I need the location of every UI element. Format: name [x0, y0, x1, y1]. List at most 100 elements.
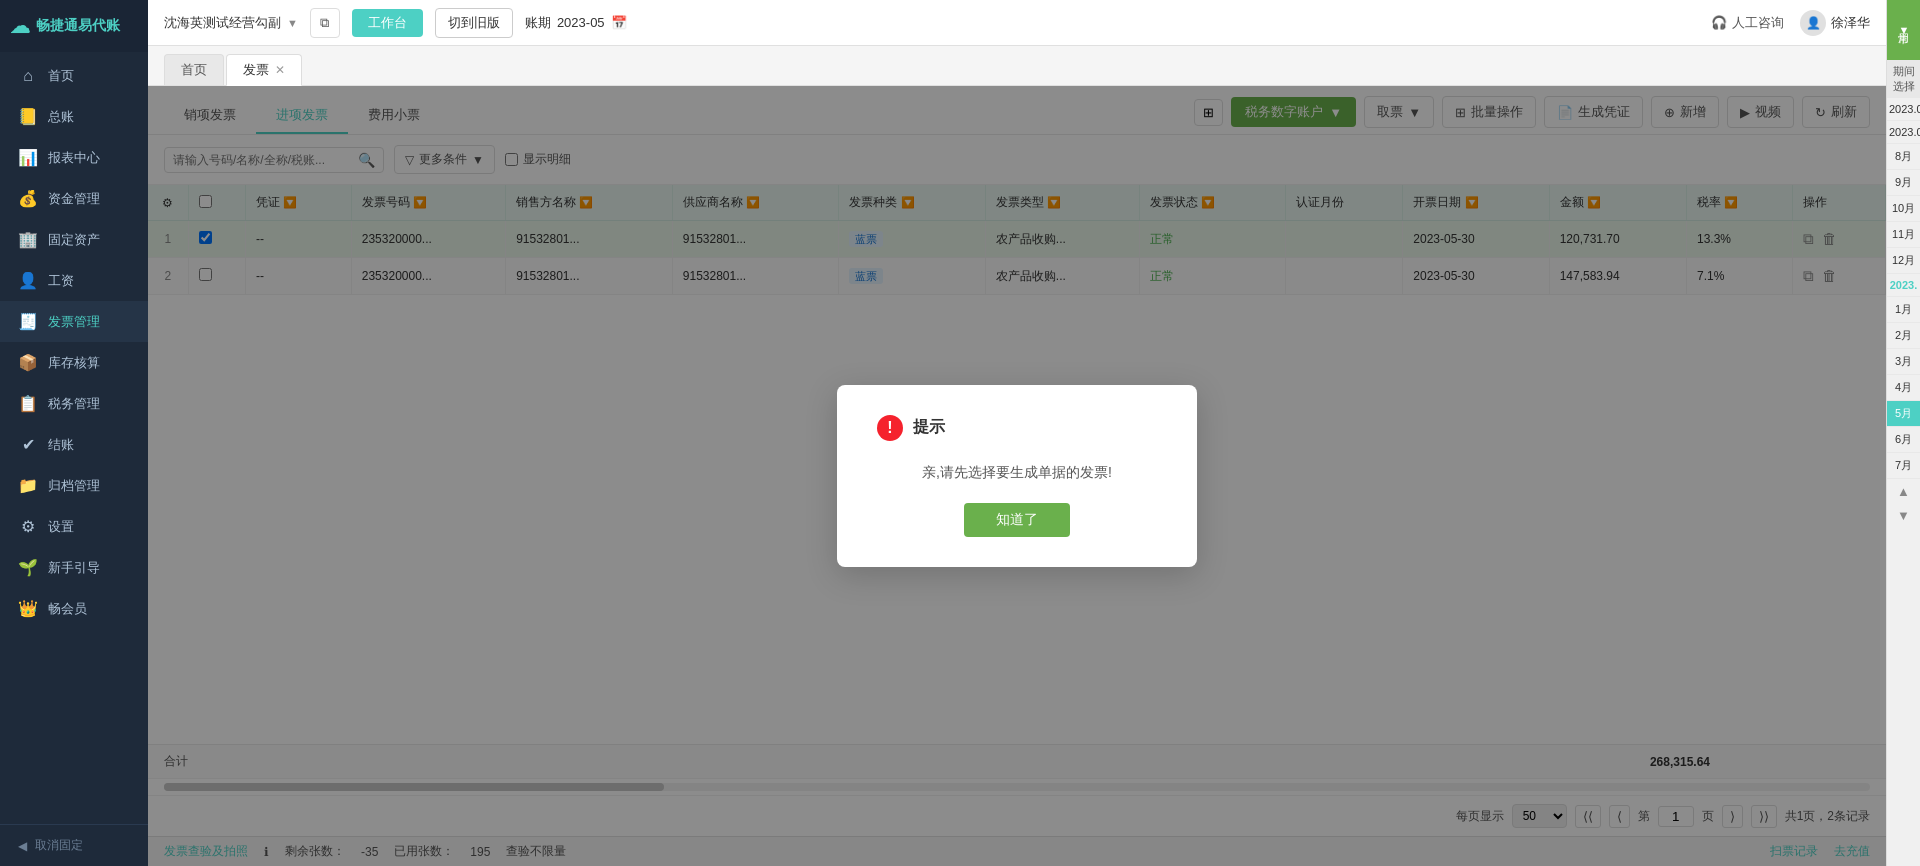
main-content: 沈海英测试经营勾副 ▼ ⧉ 工作台 切到旧版 账期 2023-05 📅 🎧 人工…	[148, 0, 1886, 866]
period-selector: 期间选择 2023.05 2023.05 8月 9月 10月 11月 12月 2…	[1887, 60, 1920, 479]
settings-icon: ⚙	[18, 517, 38, 536]
period-display: 账期 2023-05 📅	[525, 14, 627, 32]
page-tabs: 首页 发票 ✕	[148, 46, 1886, 86]
period-item[interactable]: 3月	[1887, 349, 1920, 375]
period-item[interactable]: 2023.05	[1887, 98, 1920, 121]
sidebar-item-payroll[interactable]: 👤 工资	[0, 260, 148, 301]
workspace-button[interactable]: 工作台	[352, 9, 423, 37]
sidebar-item-assets[interactable]: 🏢 固定资产	[0, 219, 148, 260]
tab-invoice-label: 发票	[243, 61, 269, 79]
sidebar-item-label: 首页	[48, 67, 74, 85]
app-logo: ☁ 畅捷通易代账	[0, 0, 148, 52]
period-item[interactable]: 9月	[1887, 170, 1920, 196]
sidebar-item-label: 发票管理	[48, 313, 100, 331]
chevron-up-icon: ▲	[1897, 484, 1910, 499]
sidebar-item-settings[interactable]: ⚙ 设置	[0, 506, 148, 547]
inventory-icon: 📦	[18, 353, 38, 372]
avatar: 👤	[1800, 10, 1826, 36]
service-icon: 🎧	[1711, 15, 1727, 30]
collapse-label: 取消固定	[35, 837, 83, 854]
service-label: 人工咨询	[1732, 14, 1784, 32]
sidebar-item-label: 总账	[48, 108, 74, 126]
sidebar-item-home[interactable]: ⌂ 首页	[0, 56, 148, 96]
period-item[interactable]: 11月	[1887, 222, 1920, 248]
sidebar-item-label: 库存核算	[48, 354, 100, 372]
finance-icon: 💰	[18, 189, 38, 208]
sidebar-item-label: 工资	[48, 272, 74, 290]
content-area: 销项发票 进项发票 费用小票 ⊞ 税务数字账户 ▼ 取票 ▼	[148, 86, 1886, 866]
tab-invoice[interactable]: 发票 ✕	[226, 54, 302, 86]
user-menu[interactable]: 👤 徐泽华	[1800, 10, 1870, 36]
chevron-down-icon: ▼	[287, 17, 298, 29]
period-item[interactable]: 12月	[1887, 248, 1920, 274]
sidebar-item-ledger[interactable]: 📒 总账	[0, 96, 148, 137]
switch-version-button[interactable]: 切到旧版	[435, 8, 513, 38]
ledger-icon: 📒	[18, 107, 38, 126]
sidebar-item-label: 归档管理	[48, 477, 100, 495]
tab-home[interactable]: 首页	[164, 54, 224, 85]
collapse-icon: ◀	[18, 839, 27, 853]
right-panel-header[interactable]: 常用▼	[1887, 0, 1920, 60]
sidebar-item-archive[interactable]: 📁 归档管理	[0, 465, 148, 506]
period-item[interactable]: 7月	[1887, 453, 1920, 479]
guide-icon: 🌱	[18, 558, 38, 577]
period-item-year[interactable]: 2023.	[1887, 274, 1920, 297]
sidebar-item-label: 结账	[48, 436, 74, 454]
sidebar-item-label: 税务管理	[48, 395, 100, 413]
username: 徐泽华	[1831, 14, 1870, 32]
modal-message: 亲,请先选择要生成单据的发票!	[877, 461, 1157, 483]
sidebar-item-label: 畅会员	[48, 600, 87, 618]
close-icon[interactable]: ✕	[275, 63, 285, 77]
settle-icon: ✔	[18, 435, 38, 454]
modal-title: 提示	[913, 417, 945, 438]
reports-icon: 📊	[18, 148, 38, 167]
chevron-down-icon: ▼	[1897, 508, 1910, 523]
sidebar-item-tax[interactable]: 📋 税务管理	[0, 383, 148, 424]
sidebar-item-reports[interactable]: 📊 报表中心	[0, 137, 148, 178]
archive-icon: 📁	[18, 476, 38, 495]
sidebar-item-label: 新手引导	[48, 559, 100, 577]
logo-icon: ☁	[10, 14, 30, 38]
sidebar-item-label: 固定资产	[48, 231, 100, 249]
period-item[interactable]: 1月	[1887, 297, 1920, 323]
period-item[interactable]: 2023.05	[1887, 121, 1920, 144]
topbar-icon-btn[interactable]: ⧉	[310, 8, 340, 38]
period-item[interactable]: 8月	[1887, 144, 1920, 170]
right-panel: 常用▼ 期间选择 2023.05 2023.05 8月 9月 10月 11月 1…	[1886, 0, 1920, 866]
period-item[interactable]: 10月	[1887, 196, 1920, 222]
logo-text: 畅捷通易代账	[36, 17, 120, 35]
sidebar-item-label: 设置	[48, 518, 74, 536]
invoice-icon: 🧾	[18, 312, 38, 331]
tax-icon: 📋	[18, 394, 38, 413]
modal-confirm-button[interactable]: 知道了	[964, 503, 1070, 537]
calendar-icon[interactable]: 📅	[611, 15, 627, 30]
period-item-active[interactable]: 5月	[1887, 401, 1920, 427]
period-item[interactable]: 4月	[1887, 375, 1920, 401]
sidebar-item-inventory[interactable]: 📦 库存核算	[0, 342, 148, 383]
sidebar-collapse-btn[interactable]: ◀ 取消固定	[0, 824, 148, 866]
panel-expand-btn[interactable]: ▼	[1889, 503, 1919, 527]
sidebar-item-settle[interactable]: ✔ 结账	[0, 424, 148, 465]
sidebar-item-member[interactable]: 👑 畅会员	[0, 588, 148, 629]
period-item[interactable]: 2月	[1887, 323, 1920, 349]
sidebar-item-invoice[interactable]: 🧾 发票管理	[0, 301, 148, 342]
tab-home-label: 首页	[181, 61, 207, 79]
user-icon: 👤	[1806, 16, 1821, 30]
copy-icon: ⧉	[320, 15, 329, 31]
sidebar-item-finance[interactable]: 💰 资金管理	[0, 178, 148, 219]
sidebar-nav: ⌂ 首页 📒 总账 📊 报表中心 💰 资金管理 🏢 固定资产 👤 工资	[0, 52, 148, 824]
warning-icon: !	[877, 415, 903, 441]
service-btn[interactable]: 🎧 人工咨询	[1711, 14, 1784, 32]
period-item[interactable]: 6月	[1887, 427, 1920, 453]
assets-icon: 🏢	[18, 230, 38, 249]
company-selector[interactable]: 沈海英测试经营勾副 ▼	[164, 14, 298, 32]
panel-collapse-btn[interactable]: ▲	[1889, 479, 1919, 503]
home-icon: ⌂	[18, 67, 38, 85]
sidebar-item-guide[interactable]: 🌱 新手引导	[0, 547, 148, 588]
sidebar-item-label: 资金管理	[48, 190, 100, 208]
topbar-right: 🎧 人工咨询 👤 徐泽华	[1711, 10, 1870, 36]
sidebar-item-label: 报表中心	[48, 149, 100, 167]
period-label: 账期	[525, 14, 551, 32]
period-selector-header: 期间选择	[1887, 60, 1920, 98]
payroll-icon: 👤	[18, 271, 38, 290]
